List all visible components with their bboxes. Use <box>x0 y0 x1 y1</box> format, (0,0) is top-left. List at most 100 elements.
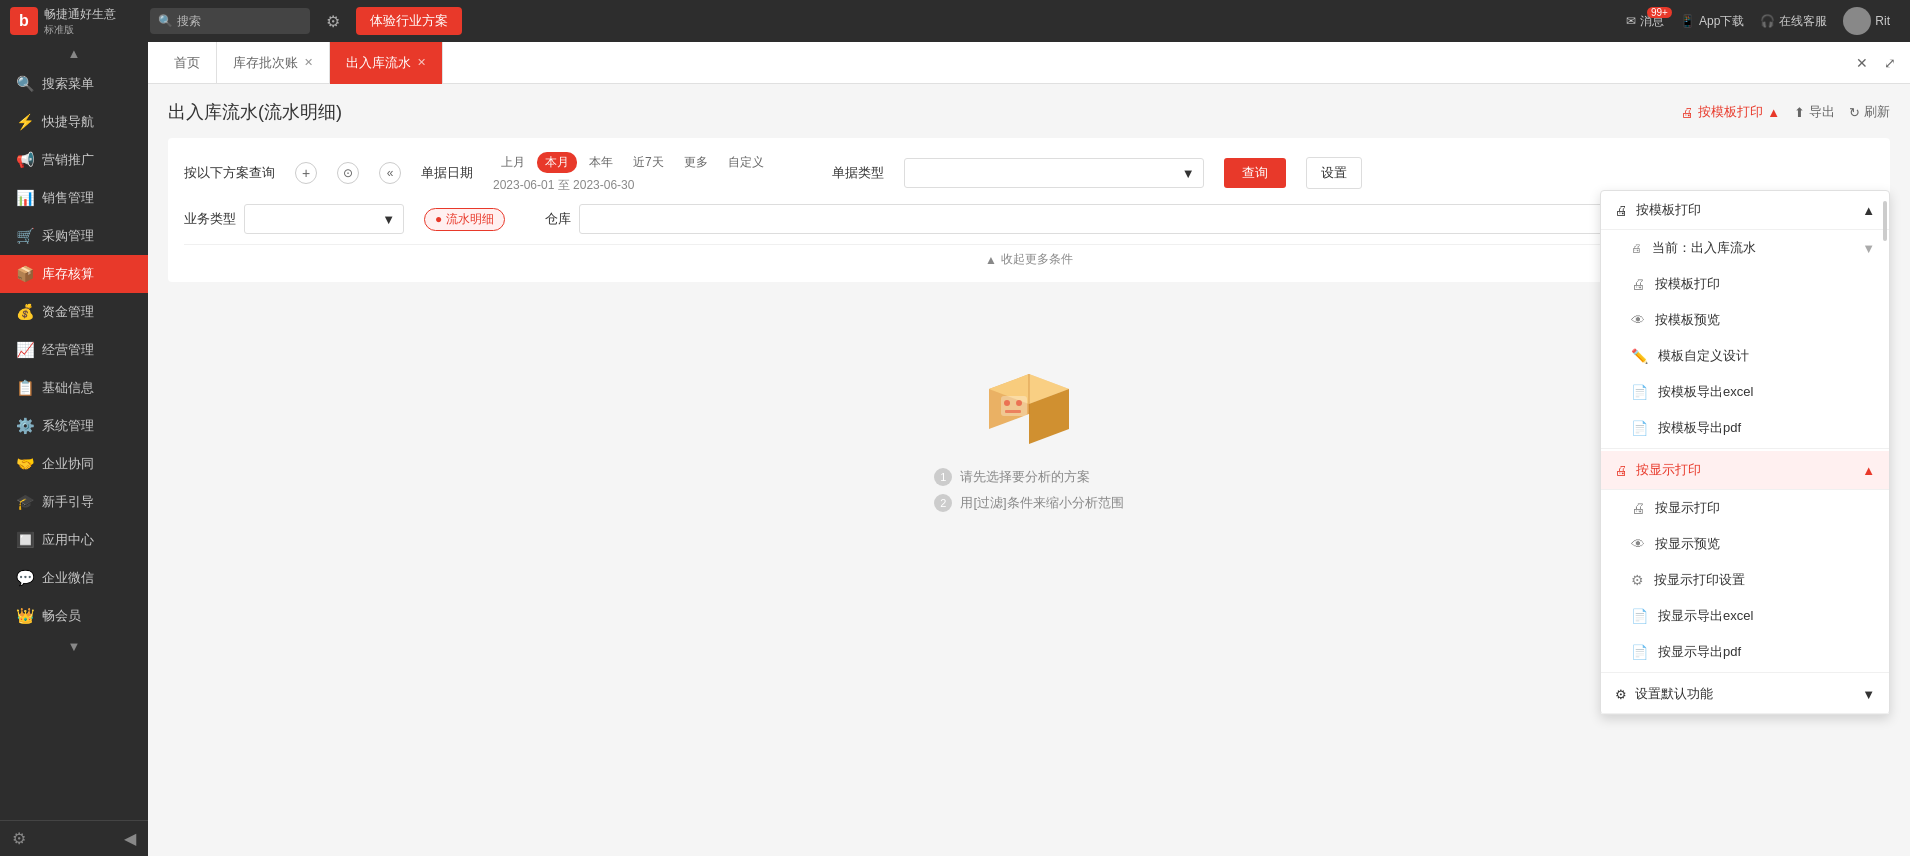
warehouse-label: 仓库 <box>545 210 571 228</box>
date-tab-custom[interactable]: 自定义 <box>720 152 772 173</box>
setting-button[interactable]: 设置 <box>1306 157 1362 189</box>
dropdown-display-preview[interactable]: 👁 按显示预览 <box>1601 526 1889 562</box>
dropdown-template-preview[interactable]: 👁 按模板预览 <box>1601 302 1889 338</box>
header-search-box[interactable]: 🔍 搜索 <box>150 8 310 34</box>
filter-collapse-btn[interactable]: « <box>379 162 401 184</box>
dropdown-divider <box>1601 448 1889 449</box>
lightning-icon: ⚡ <box>16 113 34 131</box>
dropdown-template-print[interactable]: 🖨 按模板打印 <box>1601 266 1889 302</box>
chevron-up-icon: ▲ <box>1862 203 1875 218</box>
sidebar-item-basic[interactable]: 📋 基础信息 <box>0 369 148 407</box>
graduation-icon: 🎓 <box>16 493 34 511</box>
tab-right-actions: ✕ ⤢ <box>1852 53 1900 73</box>
settings-bottom-icon[interactable]: ⚙ <box>12 829 26 848</box>
expand-window-btn[interactable]: ⤢ <box>1880 53 1900 73</box>
filter-add-btn[interactable]: + <box>295 162 317 184</box>
printer-icon: 🖨 <box>1615 203 1628 218</box>
voucher-type-label: 单据类型 <box>832 164 884 182</box>
tab-home[interactable]: 首页 <box>158 42 217 84</box>
sidebar-item-vip[interactable]: 👑 畅会员 <box>0 597 148 635</box>
date-tab-last-month[interactable]: 上月 <box>493 152 533 173</box>
item-label: 按显示导出excel <box>1658 607 1753 625</box>
sidebar-item-app-center[interactable]: 🔲 应用中心 <box>0 521 148 559</box>
settings-icon[interactable]: ⚙ <box>320 8 346 34</box>
dropdown-template-pdf[interactable]: 📄 按模板导出pdf <box>1601 410 1889 446</box>
sidebar-item-quick-nav[interactable]: ⚡ 快捷导航 <box>0 103 148 141</box>
tab-label: 出入库流水 <box>346 54 411 72</box>
sidebar-label: 系统管理 <box>42 417 94 435</box>
sidebar-label: 营销推广 <box>42 151 94 169</box>
printer-icon: 🖨 <box>1615 463 1628 478</box>
sidebar-item-sales[interactable]: 📊 销售管理 <box>0 179 148 217</box>
sidebar-item-marketing[interactable]: 📢 营销推广 <box>0 141 148 179</box>
app-download-item[interactable]: 📱 App下载 <box>1680 13 1744 30</box>
sidebar-label: 企业微信 <box>42 569 94 587</box>
sidebar-label: 企业协同 <box>42 455 94 473</box>
tab-flow[interactable]: 出入库流水 ✕ <box>330 42 443 84</box>
sidebar-item-collab[interactable]: 🤝 企业协同 <box>0 445 148 483</box>
refresh-label: 刷新 <box>1864 103 1890 121</box>
sidebar-item-guide[interactable]: 🎓 新手引导 <box>0 483 148 521</box>
dropdown-template-header[interactable]: 🖨 按模板打印 ▲ <box>1601 191 1889 230</box>
dropdown-display-print[interactable]: 🖨 按显示打印 <box>1601 490 1889 526</box>
item-label: 按模板导出pdf <box>1658 419 1741 437</box>
print-template-btn[interactable]: 🖨 按模板打印 ▲ <box>1681 103 1780 121</box>
item-label: 按模板预览 <box>1655 311 1720 329</box>
megaphone-icon: 📢 <box>16 151 34 169</box>
user-avatar[interactable]: Rit <box>1843 7 1890 35</box>
filter-set-btn[interactable]: ⊙ <box>337 162 359 184</box>
search-button[interactable]: 查询 <box>1224 158 1286 188</box>
trend-icon: 📈 <box>16 341 34 359</box>
online-service-item[interactable]: 🎧 在线客服 <box>1760 13 1827 30</box>
voucher-type-text: 单据类型 <box>832 165 884 180</box>
sidebar-item-operation[interactable]: 📈 经营管理 <box>0 331 148 369</box>
date-tab-more[interactable]: 更多 <box>676 152 716 173</box>
sidebar-item-system[interactable]: ⚙️ 系统管理 <box>0 407 148 445</box>
dropdown-scrollbar[interactable] <box>1883 201 1887 241</box>
dropdown-current-item[interactable]: 🖨 当前：出入库流水 ▼ <box>1601 230 1889 266</box>
dropdown-display-print-setting[interactable]: ⚙ 按显示打印设置 <box>1601 562 1889 598</box>
date-tab-this-month[interactable]: 本月 <box>537 152 577 173</box>
tab-batch-account[interactable]: 库存批次账 ✕ <box>217 42 330 84</box>
flow-detail-tag[interactable]: ● 流水明细 <box>424 208 505 231</box>
messages-item[interactable]: ✉ 消息 99+ <box>1626 13 1664 30</box>
dropdown-template-custom[interactable]: ✏️ 模板自定义设计 <box>1601 338 1889 374</box>
sidebar-item-search[interactable]: 🔍 搜索菜单 <box>0 65 148 103</box>
date-tab-7days[interactable]: 近7天 <box>625 152 672 173</box>
refresh-icon: ↻ <box>1849 105 1860 120</box>
tab-close-flow[interactable]: ✕ <box>417 56 426 69</box>
sidebar-item-purchase[interactable]: 🛒 采购管理 <box>0 217 148 255</box>
dropdown-display-header[interactable]: 🖨 按显示打印 ▲ <box>1601 451 1889 490</box>
date-filter-tabs: 上月 本月 本年 近7天 更多 自定义 <box>493 152 772 173</box>
collapse-sidebar-icon[interactable]: ◀ <box>124 829 136 848</box>
dropdown-default-header[interactable]: ⚙ 设置默认功能 ▼ <box>1601 675 1889 714</box>
trial-button[interactable]: 体验行业方案 <box>356 7 462 35</box>
tag-icon: ● <box>435 212 442 226</box>
edit-icon: ✏️ <box>1631 348 1648 364</box>
phone-icon: 📱 <box>1680 14 1695 28</box>
search-placeholder: 搜索 <box>177 13 201 30</box>
dropdown-divider-2 <box>1601 672 1889 673</box>
dropdown-display-pdf[interactable]: 📄 按显示导出pdf <box>1601 634 1889 670</box>
refresh-btn[interactable]: ↻ 刷新 <box>1849 103 1890 121</box>
sidebar-item-inventory[interactable]: 📦 库存核算 <box>0 255 148 293</box>
gear-icon: ⚙ <box>1631 572 1644 588</box>
sidebar-item-wechat[interactable]: 💬 企业微信 <box>0 559 148 597</box>
export-btn[interactable]: ⬆ 导出 <box>1794 103 1835 121</box>
sidebar-item-finance[interactable]: 💰 资金管理 <box>0 293 148 331</box>
dropdown-template-excel[interactable]: 📄 按模板导出excel <box>1601 374 1889 410</box>
sidebar-scroll-down[interactable]: ▼ <box>0 635 148 658</box>
empty-svg <box>969 354 1089 454</box>
date-tab-this-year[interactable]: 本年 <box>581 152 621 173</box>
chevron-up-icon: ▲ <box>985 253 997 267</box>
tab-close-batch[interactable]: ✕ <box>304 56 313 69</box>
close-window-btn[interactable]: ✕ <box>1852 53 1872 73</box>
item-label: 按显示预览 <box>1655 535 1720 553</box>
sidebar-scroll-up[interactable]: ▲ <box>0 42 148 65</box>
export-label: 导出 <box>1809 103 1835 121</box>
messages-badge: 99+ <box>1647 7 1672 18</box>
voucher-type-select[interactable]: ▼ <box>904 158 1204 188</box>
dropdown-display-excel[interactable]: 📄 按显示导出excel <box>1601 598 1889 634</box>
business-type-label: 业务类型 <box>184 210 236 228</box>
business-type-select[interactable]: ▼ <box>244 204 404 234</box>
